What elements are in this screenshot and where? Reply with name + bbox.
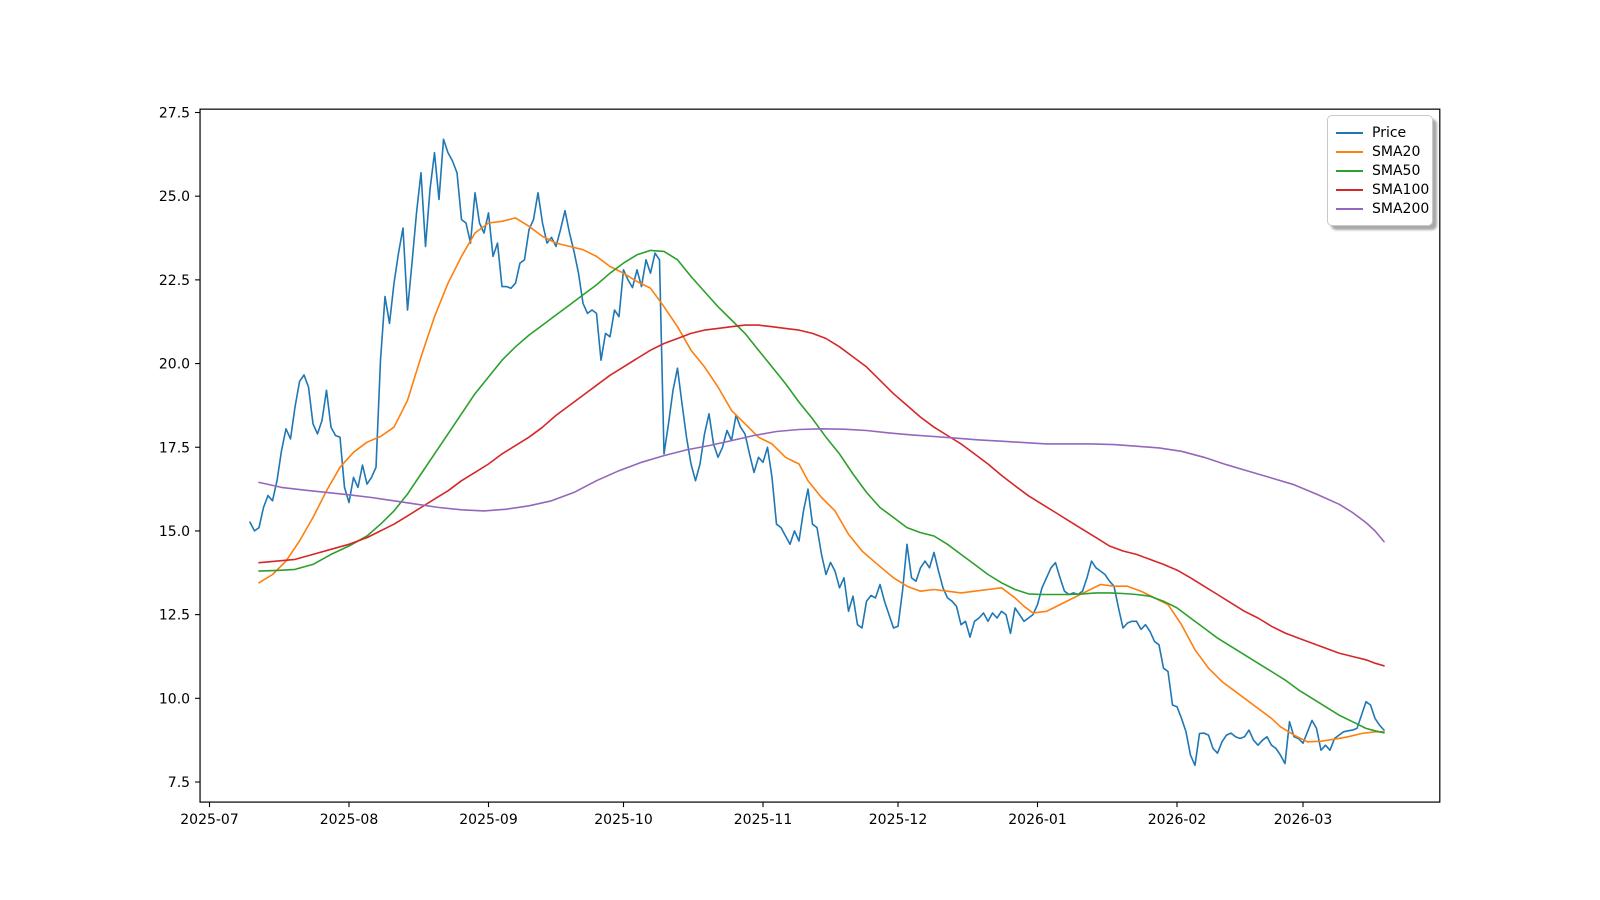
x-tick-label: 2025-07 (180, 812, 239, 828)
price-line-swatch (1336, 131, 1363, 134)
y-tick-label: 10.0 (159, 691, 190, 707)
sma200-line-swatch (1336, 207, 1363, 210)
sma20-line-swatch (1336, 150, 1363, 153)
figure: 7.5 10.0 12.5 15.0 17.5 20.0 22.5 25.0 27.5 2025-… (0, 0, 1600, 900)
x-tick-label: 2026-02 (1148, 812, 1207, 828)
y-tick-label: 27.5 (159, 106, 190, 122)
x-tick-label: 2026-03 (1274, 812, 1333, 828)
series-line-sma200 (258, 427, 1385, 543)
y-tick-label: 12.5 (159, 608, 190, 624)
legend-label-sma20: SMA20 (1372, 143, 1421, 160)
x-tick-label: 2025-11 (734, 812, 793, 828)
series-line-sma50 (258, 249, 1385, 734)
legend-label-sma100: SMA100 (1372, 181, 1430, 198)
sma50-line-swatch (1336, 169, 1363, 172)
series-line-sma100 (258, 324, 1385, 667)
legend-entry-sma200: SMA200 (1336, 199, 1429, 218)
series-line-sma20 (258, 217, 1385, 743)
x-tick-label: 2025-10 (594, 812, 653, 828)
y-tick-label: 22.5 (159, 273, 190, 289)
sma100-line-swatch (1336, 188, 1363, 191)
x-tick-label: 2026-01 (1008, 812, 1067, 828)
plot-frame (199, 108, 1441, 803)
legend-entry-sma50: SMA50 (1336, 161, 1424, 180)
legend-label-sma50: SMA50 (1372, 162, 1421, 179)
series-line-price (249, 138, 1385, 767)
legend-entry-sma100: SMA100 (1336, 180, 1429, 199)
y-tick-label: 25.0 (159, 189, 190, 205)
legend-label-sma200: SMA200 (1372, 200, 1430, 217)
y-tick-label: 15.0 (159, 524, 190, 540)
x-tick-label: 2025-08 (320, 812, 379, 828)
y-tick-label: 7.5 (168, 775, 190, 791)
legend-entry-sma20: SMA20 (1336, 142, 1424, 161)
x-tick-label: 2025-12 (869, 812, 928, 828)
legend: Price SMA20 SMA50 SMA100 SMA200 (1327, 115, 1433, 226)
legend-label-price: Price (1372, 124, 1407, 141)
y-tick-label: 20.0 (159, 357, 190, 373)
y-tick-label: 17.5 (159, 440, 190, 456)
x-tick-label: 2025-09 (459, 812, 518, 828)
legend-entry-price: Price (1336, 123, 1424, 142)
